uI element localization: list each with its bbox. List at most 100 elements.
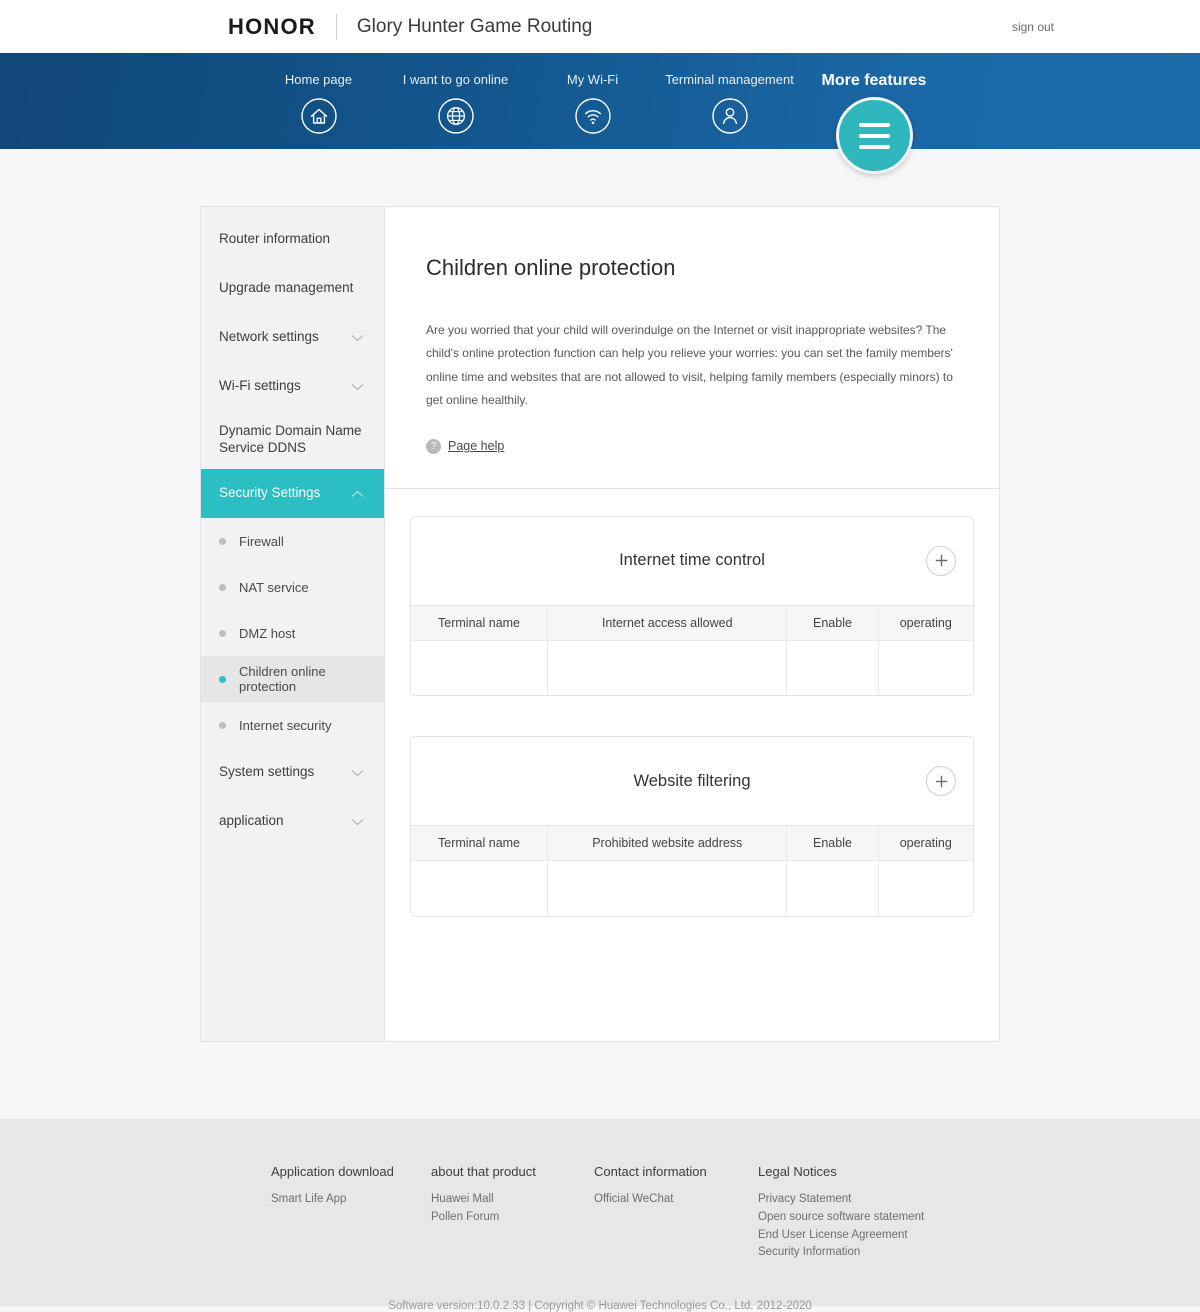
plus-icon[interactable]	[926, 766, 956, 797]
nav-item-home-page[interactable]: Home page	[250, 72, 387, 135]
footer-heading: Application download	[271, 1164, 394, 1179]
more-features-label: More features	[821, 72, 927, 89]
nav-item-more-features[interactable]: More features	[798, 72, 950, 174]
sidebar-item-security-settings[interactable]: Security Settings	[201, 469, 384, 518]
footer: Application download Smart Life App abou…	[0, 1119, 1200, 1312]
table-website-filtering: Terminal name Prohibited website address…	[411, 825, 973, 916]
chevron-down-icon	[351, 818, 364, 826]
sidebar-subitem-children-online-protection[interactable]: Children online protection	[201, 656, 384, 702]
hamburger-bar	[858, 144, 890, 149]
sidebar-item-network-settings[interactable]: Network settings	[201, 313, 384, 362]
plus-icon[interactable]	[926, 545, 956, 576]
footer-link[interactable]: Huawei Mall	[431, 1191, 594, 1209]
sidebar-item-label: Network settings	[219, 329, 319, 345]
column-header: operating	[878, 604, 973, 641]
copyright-text: Software version:10.0.2.33 | Copyright ©…	[388, 1300, 812, 1312]
nav-item-i-want-to-go-online[interactable]: I want to go online	[387, 72, 524, 135]
content-shell: Router information Upgrade management Ne…	[200, 206, 1000, 1042]
nav-item-terminal-management[interactable]: Terminal management	[661, 72, 798, 135]
sidebar-subitem-label: Internet security	[239, 717, 332, 733]
top-bar: HONOR Glory Hunter Game Routing sign out	[0, 0, 1200, 53]
table-cell	[786, 860, 879, 916]
intro-panel: Children online protection Are you worri…	[385, 207, 999, 489]
sidebar-subitem-dmz-host[interactable]: DMZ host	[201, 610, 384, 656]
chevron-down-icon	[351, 383, 364, 391]
sidebar-subitem-internet-security[interactable]: Internet security	[201, 702, 384, 748]
footer-heading: Contact information	[594, 1164, 707, 1179]
footer-link[interactable]: Privacy Statement	[758, 1191, 958, 1209]
sidebar-item-label: application	[219, 813, 284, 829]
column-header: Enable	[786, 604, 879, 641]
footer-link[interactable]: Security Information	[758, 1244, 958, 1262]
sidebar-item-label: Wi-Fi settings	[219, 378, 301, 394]
footer-link[interactable]: Pollen Forum	[431, 1209, 594, 1227]
card-website-filtering: Website filtering Terminal name Prohibit…	[410, 736, 974, 917]
footer-column-legal-notices: Legal Notices Privacy Statement Open sou…	[758, 1164, 958, 1262]
sidebar-subitem-label: Children online protection	[239, 664, 326, 694]
bullet-icon	[219, 721, 226, 729]
sidebar-subitem-label: Firewall	[239, 533, 284, 549]
chevron-down-icon	[351, 334, 364, 342]
bullet-icon	[219, 629, 226, 637]
home-icon	[300, 97, 338, 135]
footer-heading: about that product	[431, 1164, 536, 1179]
chevron-up-icon	[351, 490, 364, 498]
table-row	[411, 639, 973, 696]
nav-item-label: I want to go online	[402, 72, 509, 87]
footer-link[interactable]: Open source software statement	[758, 1209, 958, 1227]
user-icon	[711, 97, 749, 135]
sidebar-item-system-settings[interactable]: System settings	[201, 748, 384, 797]
footer-link[interactable]: End User License Agreement	[758, 1227, 958, 1245]
bullet-icon	[219, 583, 226, 591]
sidebar-subitem-firewall[interactable]: Firewall	[201, 518, 384, 564]
footer-link[interactable]: Smart Life App	[271, 1191, 431, 1209]
sidebar-item-label: Dynamic Domain Name Service DDNS	[219, 423, 362, 455]
page-body: Router information Upgrade management Ne…	[0, 149, 1200, 1119]
hamburger-bar	[858, 122, 890, 127]
table-header-row: Terminal name Prohibited website address…	[411, 825, 973, 861]
nav-item-my-wi-fi[interactable]: My Wi-Fi	[524, 72, 661, 135]
sidebar-subitem-label: NAT service	[239, 579, 309, 595]
card-header: Website filtering	[411, 737, 973, 825]
main-content: Children online protection Are you worri…	[385, 207, 999, 1041]
sidebar-item-label: System settings	[219, 764, 315, 780]
card-title: Internet time control	[619, 551, 765, 570]
sidebar-item-upgrade-management[interactable]: Upgrade management	[201, 264, 384, 313]
nav-item-label: Home page	[284, 72, 353, 87]
table-cell	[547, 639, 788, 696]
intro-description: Are you worried that your child will ove…	[426, 323, 953, 408]
hamburger-icon[interactable]	[835, 97, 913, 174]
sidebar-subitem-nat-service[interactable]: NAT service	[201, 564, 384, 610]
sidebar-item-label: Router information	[219, 231, 331, 247]
nav-item-label: Terminal management	[665, 72, 794, 87]
sidebar-item-label: Security Settings	[219, 485, 321, 501]
page-title: Children online protection	[426, 255, 676, 280]
wifi-icon	[574, 97, 612, 135]
footer-column-about-that-product: about that product Huawei Mall Pollen Fo…	[431, 1164, 594, 1262]
sidebar-item-wi-fi-settings[interactable]: Wi-Fi settings	[201, 362, 384, 411]
sidebar-subitem-label: DMZ host	[239, 625, 296, 641]
column-header: Terminal name	[411, 604, 549, 641]
table-row	[411, 860, 973, 916]
footer-link[interactable]: Official WeChat	[594, 1191, 758, 1209]
main-nav: Home page I want to go online My Wi-Fi T…	[0, 53, 1200, 174]
brand-divider	[335, 13, 337, 40]
sign-out-link[interactable]: sign out	[1012, 20, 1054, 34]
column-header: Enable	[786, 825, 879, 861]
nav-items: Home page I want to go online My Wi-Fi T…	[250, 53, 950, 174]
footer-column-application-download: Application download Smart Life App	[271, 1164, 431, 1262]
table-cell	[878, 860, 973, 916]
sidebar-item-dynamic-domain-name-service-ddns[interactable]: Dynamic Domain Name Service DDNS	[201, 411, 384, 469]
card-title: Website filtering	[633, 771, 751, 790]
page-help-link[interactable]: Page help	[448, 439, 504, 453]
column-header: operating	[878, 825, 973, 861]
table-cell	[411, 860, 549, 916]
question-mark-icon: ?	[426, 438, 441, 454]
footer-columns: Application download Smart Life App abou…	[271, 1119, 971, 1262]
sidebar-item-application[interactable]: application	[201, 797, 384, 846]
page-help-row[interactable]: ? Page help	[426, 438, 954, 454]
card-internet-time-control: Internet time control Terminal name Inte…	[410, 515, 974, 697]
sidebar-item-router-information[interactable]: Router information	[201, 215, 384, 264]
product-title: Glory Hunter Game Routing	[356, 15, 593, 37]
table-cell	[411, 639, 549, 696]
